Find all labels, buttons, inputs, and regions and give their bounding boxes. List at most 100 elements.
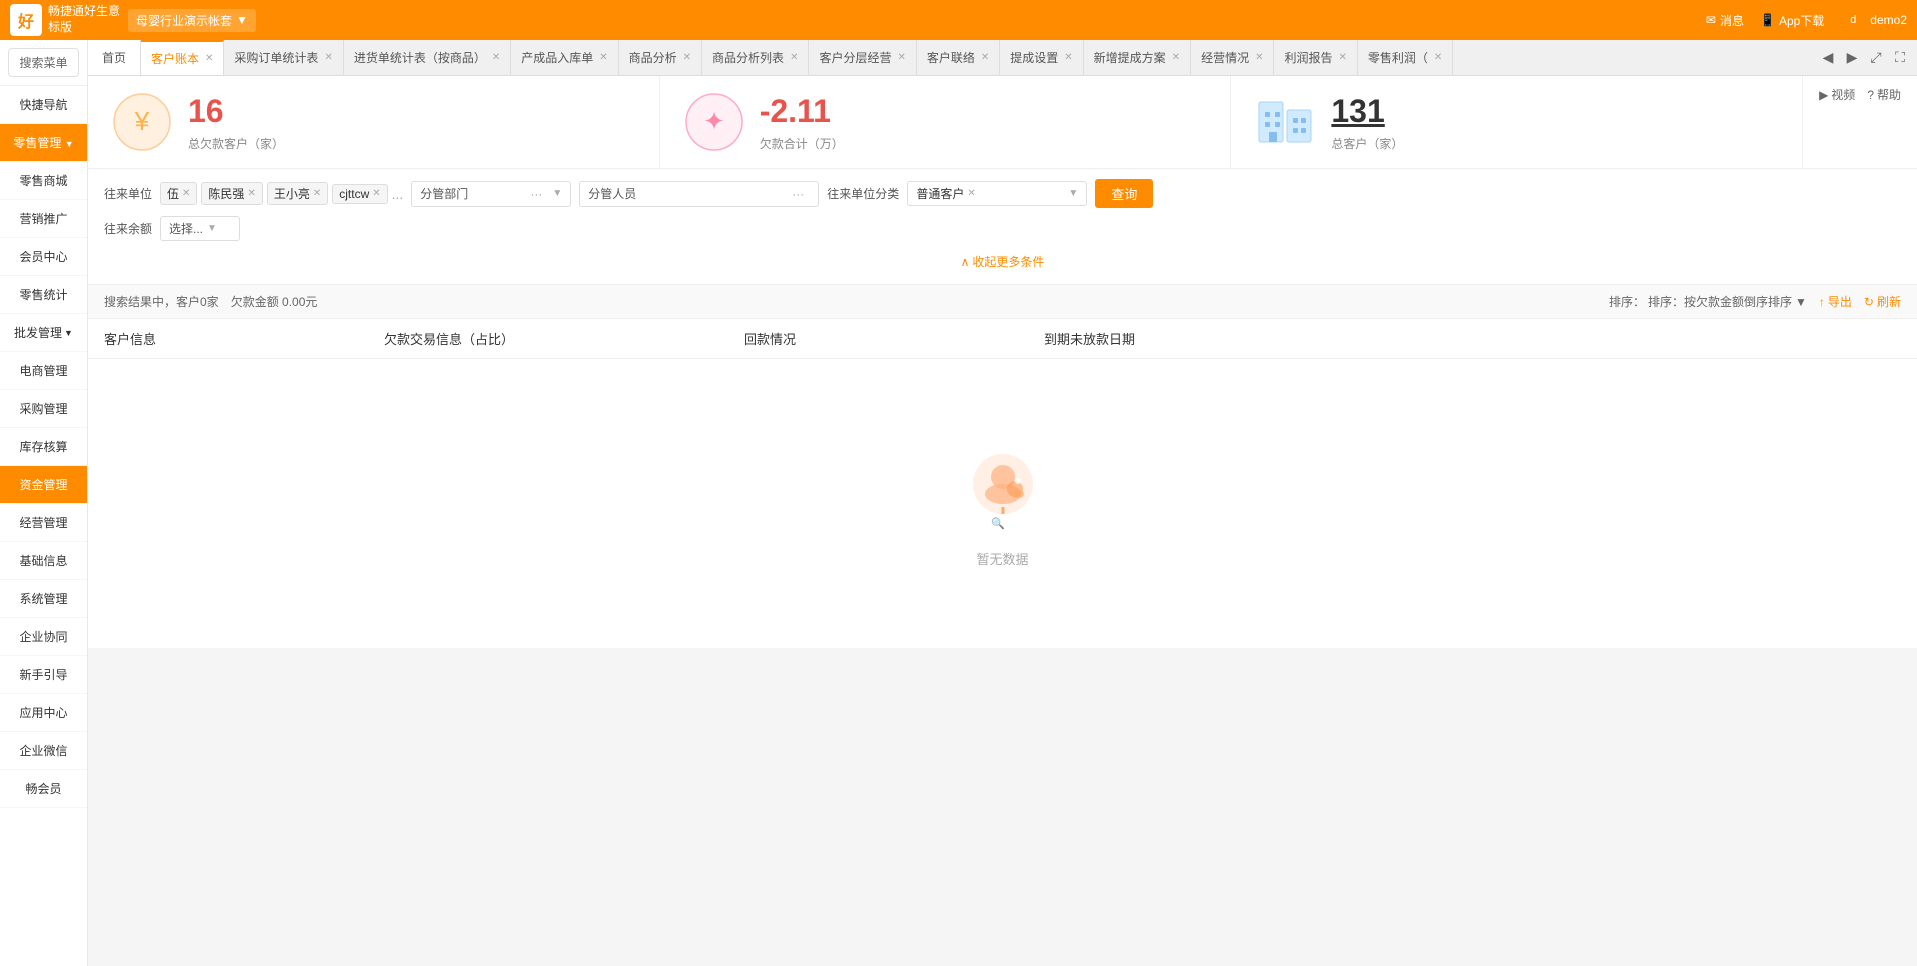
sidebar-item-purchase[interactable]: 采购管理 [0, 390, 87, 428]
tab-accounts-receivable[interactable]: 客户账本 ✕ [141, 40, 224, 76]
sidebar-item-quick-nav[interactable]: 快捷导航 [0, 86, 87, 124]
balance-arrow-icon: ▼ [207, 223, 217, 234]
tab-close-icon[interactable]: ✕ [1255, 52, 1263, 63]
tab-profit-report[interactable]: 利润报告 ✕ [1274, 40, 1357, 76]
sidebar-item-new-guide[interactable]: 新手引导 [0, 656, 87, 694]
tag-close-cjttcw[interactable]: ✕ [372, 188, 380, 199]
sidebar-item-marketing[interactable]: 营销推广 [0, 200, 87, 238]
app-container: 好 畅捷通好生意 标版 母婴行业演示帐套 ▼ ✉ 消息 📱 App下载 [0, 0, 1917, 966]
results-summary: 搜索结果中，客户0家 欠款金额 0.00元 [104, 293, 317, 310]
search-menu-button[interactable]: 搜索菜单 [8, 48, 79, 77]
tag-close-chen[interactable]: ✕ [247, 188, 255, 199]
tab-business-situation[interactable]: 经营情况 ✕ [1191, 40, 1274, 76]
tab-close-icon[interactable]: ✕ [1339, 52, 1347, 63]
card2-value: -2.11 [760, 92, 844, 130]
message-button[interactable]: ✉ 消息 [1706, 12, 1744, 29]
sidebar-item-retail-mall[interactable]: 零售商城 [0, 162, 87, 200]
tab-close-icon[interactable]: ✕ [1172, 52, 1180, 63]
logo-icon: 好 [10, 4, 42, 36]
refresh-button[interactable]: ↻ 刷新 [1864, 293, 1901, 310]
tab-production-inbound[interactable]: 产成品入库单 ✕ [511, 40, 618, 76]
help-link[interactable]: ? 帮助 [1867, 86, 1901, 103]
sidebar-item-retail-mgmt[interactable]: 零售管理 ▼ [0, 124, 87, 162]
sidebar-item-business-mgmt[interactable]: 经营管理 [0, 504, 87, 542]
tab-product-analysis[interactable]: 商品分析 ✕ [619, 40, 702, 76]
sidebar-item-basic-info[interactable]: 基础信息 [0, 542, 87, 580]
tabs-expand-button[interactable]: ⤢ [1865, 47, 1887, 69]
tabs-scroll-right-button[interactable]: ▶ [1841, 47, 1863, 69]
right-panel: 首页 客户账本 ✕ 采购订单统计表 ✕ 进货单统计表（按商品） ✕ 产成品入库单… [88, 40, 1917, 966]
tabs-scroll-left-button[interactable]: ◀ [1817, 47, 1839, 69]
unit-class-filter-select[interactable]: 普通客户 ✕ ▼ [907, 181, 1087, 206]
video-icon: ▶ [1819, 88, 1828, 102]
balance-filter: 选择... ▼ [160, 216, 240, 241]
refresh-icon: ↻ [1864, 295, 1874, 309]
logo-text: 畅捷通好生意 标版 [48, 4, 120, 35]
tab-customer-contact[interactable]: 客户联络 ✕ [917, 40, 1000, 76]
unit-filter-label: 往来单位 [104, 185, 152, 202]
tab-close-icon[interactable]: ✕ [683, 52, 691, 63]
message-icon: ✉ [1706, 13, 1716, 27]
tab-close-icon[interactable]: ✕ [790, 52, 798, 63]
sidebar-item-retail-stats[interactable]: 零售统计 [0, 276, 87, 314]
tab-close-icon[interactable]: ✕ [981, 52, 989, 63]
svg-text:¥: ¥ [134, 106, 150, 136]
export-button[interactable]: ↑ 导出 [1819, 293, 1852, 310]
logo-area: 好 畅捷通好生意 标版 [10, 4, 120, 36]
tab-customer-segment[interactable]: 客户分层经营 ✕ [809, 40, 916, 76]
results-bar: 搜索结果中，客户0家 欠款金额 0.00元 排序： 排序：按欠款金额倒序排序 ▼… [88, 285, 1917, 319]
user-menu[interactable]: d demo2 [1840, 7, 1907, 33]
tag-close-wang[interactable]: ✕ [313, 188, 321, 199]
tab-purchase-stats[interactable]: 进货单统计表（按商品） ✕ [344, 40, 511, 76]
balance-select[interactable]: 选择... ▼ [160, 216, 240, 241]
collapse-button[interactable]: ∧ 收起更多条件 [104, 249, 1901, 274]
sidebar-item-member-center[interactable]: 会员中心 [0, 238, 87, 276]
tab-purchase-order-stats[interactable]: 采购订单统计表 ✕ [224, 40, 343, 76]
tabs-fullscreen-button[interactable]: ⛶ [1889, 47, 1911, 69]
filter-tags-unit: 伍 ✕ 陈民强 ✕ 王小亮 ✕ [160, 182, 403, 205]
sort-selector[interactable]: 排序： 排序：按欠款金额倒序排序 ▼ [1609, 293, 1807, 310]
sidebar-item-ecommerce[interactable]: 电商管理 [0, 352, 87, 390]
empty-illustration: 🔍 [953, 439, 1053, 539]
tab-home[interactable]: 首页 [88, 40, 141, 76]
tab-tip-settings[interactable]: 提成设置 ✕ [1000, 40, 1083, 76]
sidebar-item-finance[interactable]: 资金管理 [0, 466, 87, 504]
account-selector[interactable]: 母婴行业演示帐套 ▼ [128, 9, 256, 32]
empty-text: 暂无数据 [976, 549, 1028, 568]
tab-close-icon[interactable]: ✕ [1434, 52, 1442, 63]
tab-close-icon[interactable]: ✕ [205, 53, 213, 64]
filter-tag-wu: 伍 ✕ [160, 182, 197, 205]
main-layout: 搜索菜单 快捷导航 零售管理 ▼ 零售商城 营销推广 会员中心 零售统计 批发管… [0, 40, 1917, 966]
tag-close-wu[interactable]: ✕ [182, 188, 190, 199]
tab-close-icon[interactable]: ✕ [599, 52, 607, 63]
tab-close-icon[interactable]: ✕ [897, 52, 905, 63]
sidebar-search-area: 搜索菜单 [0, 40, 87, 86]
query-button[interactable]: 查询 [1095, 179, 1153, 208]
sidebar-item-corp-coop[interactable]: 企业协同 [0, 618, 87, 656]
tag-close-ordinary[interactable]: ✕ [967, 188, 975, 199]
sidebar-item-corp-wechat[interactable]: 企业微信 [0, 732, 87, 770]
tab-close-icon[interactable]: ✕ [324, 52, 332, 63]
tabs-bar: 首页 客户账本 ✕ 采购订单统计表 ✕ 进货单统计表（按商品） ✕ 产成品入库单… [88, 40, 1917, 76]
filter-row-2: 往来余额 选择... ▼ [104, 216, 1901, 241]
sidebar-item-sys-mgmt[interactable]: 系统管理 [0, 580, 87, 618]
filter-tag-cjttcw: cjttcw ✕ [332, 184, 387, 204]
tab-new-tip-plan[interactable]: 新增提成方案 ✕ [1084, 40, 1191, 76]
top-bar-left: 好 畅捷通好生意 标版 母婴行业演示帐套 ▼ [10, 4, 256, 36]
summary-cards: ¥ 16 总欠款客户（家） [88, 76, 1917, 169]
dept-filter-select[interactable]: 分管部门 ··· ▼ [411, 181, 571, 207]
sidebar-item-vip-member[interactable]: 畅会员 [0, 770, 87, 808]
tab-close-icon[interactable]: ✕ [492, 52, 500, 63]
sidebar-item-wholesale-mgmt[interactable]: 批发管理 ▼ [0, 314, 87, 352]
tab-product-analysis-list[interactable]: 商品分析列表 ✕ [702, 40, 809, 76]
sidebar-item-app-center[interactable]: 应用中心 [0, 694, 87, 732]
tab-retail-profit[interactable]: 零售利润（ ✕ [1358, 40, 1453, 76]
sidebar-item-inventory[interactable]: 库存核算 [0, 428, 87, 466]
chevron-down-icon: ▼ [65, 139, 74, 149]
app-download-button[interactable]: 📱 App下载 [1760, 12, 1824, 29]
filter-more-button[interactable]: ... [392, 186, 404, 202]
person-filter-select[interactable]: 分管人员 ··· [579, 181, 819, 207]
chevron-up-icon: ∧ [961, 255, 970, 269]
video-link[interactable]: ▶ 视频 [1819, 86, 1855, 103]
tab-close-icon[interactable]: ✕ [1064, 52, 1072, 63]
